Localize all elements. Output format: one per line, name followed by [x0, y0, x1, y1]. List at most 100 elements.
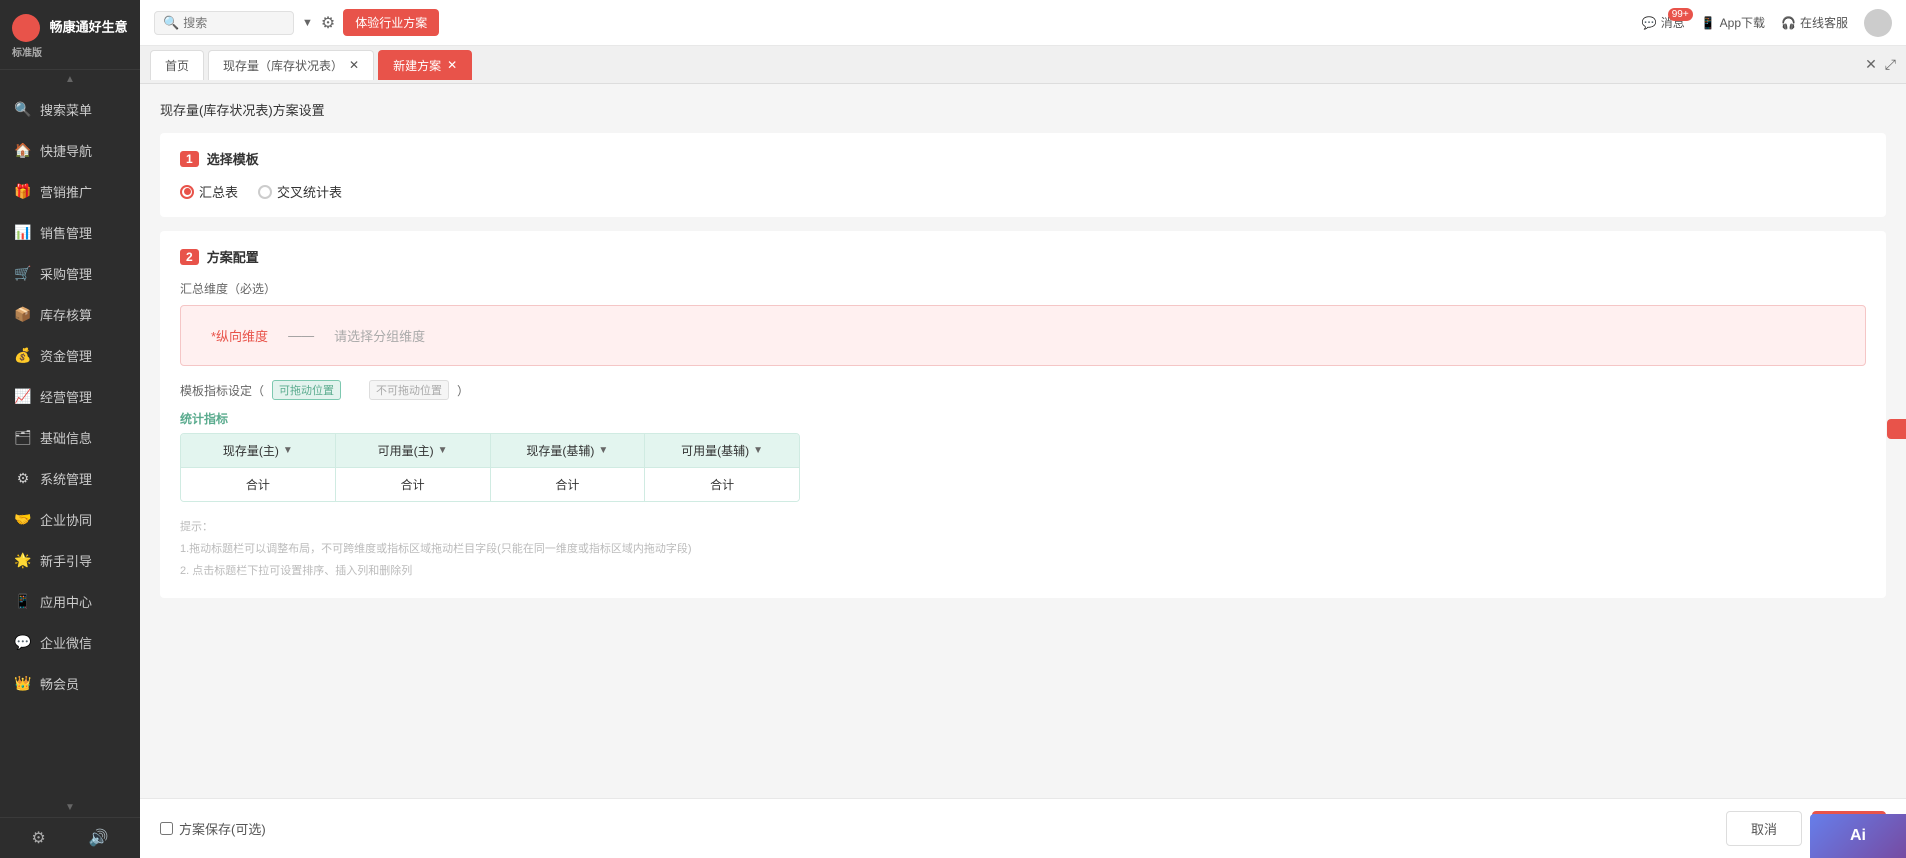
online-service-button[interactable]: 🎧 在线客服 [1781, 14, 1848, 31]
sidebar-item-quick-nav[interactable]: 🏠 快捷导航 [0, 130, 140, 171]
cancel-button[interactable]: 取消 [1726, 811, 1802, 846]
step2-badge: 2 [180, 249, 199, 265]
dimension-row[interactable]: *纵向维度 —— 请选择分组维度 [180, 305, 1866, 366]
money-icon: 💰 [14, 347, 32, 365]
stats-data-cell-0-1: 合计 [336, 468, 491, 501]
sidebar-item-label: 系统管理 [40, 469, 92, 488]
tab-home[interactable]: 首页 [150, 50, 204, 80]
sidebar-item-label: 应用中心 [40, 592, 92, 611]
sidebar-item-marketing[interactable]: 🎁 营销推广 [0, 171, 140, 212]
settings-button[interactable]: ⚙ [321, 13, 335, 33]
phone-icon: 📱 [14, 593, 32, 611]
sidebar-item-label: 销售管理 [40, 223, 92, 242]
sidebar-item-label: 畅会员 [40, 674, 79, 693]
sidebar-item-sales[interactable]: 📊 销售管理 [0, 212, 140, 253]
sidebar-item-basic[interactable]: 🗂 基础信息 [0, 417, 140, 458]
bottom-bar: 方案保存(可选) 取消 查询 [140, 798, 1906, 858]
stats-header-cell-3[interactable]: 可用量(基辅) ▼ [645, 434, 799, 467]
right-side-tab[interactable] [1887, 419, 1906, 439]
radio-cross[interactable]: 交叉统计表 [258, 182, 342, 201]
sidebar-scroll-down[interactable]: ▼ [0, 798, 140, 817]
window-controls: ✕ ⤢ [1865, 56, 1896, 73]
hint-item-1: 2. 点击标题栏下拉可设置排序、插入列和删除列 [180, 565, 412, 577]
sidebar-item-member[interactable]: 👑 畅会员 [0, 663, 140, 704]
tab-inventory-status[interactable]: 现存量（库存状况表） ✕ [208, 50, 374, 80]
dim-placeholder: 请选择分组维度 [334, 326, 425, 345]
save-checkbox[interactable]: 方案保存(可选) [160, 819, 266, 838]
radio-summary[interactable]: 汇总表 [180, 182, 238, 201]
sidebar-item-label: 企业协同 [40, 510, 92, 529]
avatar[interactable] [1864, 9, 1892, 37]
app-download-label: App下载 [1720, 14, 1765, 31]
save-checkbox-input[interactable] [160, 822, 173, 835]
folder-icon: 🗂 [14, 429, 32, 447]
hints-title: 提示： [180, 521, 213, 533]
sidebar-item-label: 新手引导 [40, 551, 92, 570]
sidebar-item-search[interactable]: 🔍 搜索菜单 [0, 89, 140, 130]
required-star: *纵向维度 [211, 326, 268, 345]
stats-data-row-0: 合计 合计 合计 合计 [181, 467, 799, 501]
stats-header-cell-1[interactable]: 可用量(主) ▼ [336, 434, 491, 467]
sidebar-item-newbie[interactable]: 🌟 新手引导 [0, 540, 140, 581]
settings-icon[interactable]: ⚙ [31, 828, 45, 848]
step1-badge: 1 [180, 151, 199, 167]
step1-header: 1 选择模板 [180, 149, 1866, 168]
stats-header-cell-2[interactable]: 现存量(基辅) ▼ [491, 434, 646, 467]
header-label-2: 现存量(基辅) [526, 442, 594, 459]
app-download-button[interactable]: 📱 App下载 [1701, 14, 1765, 31]
dropdown-button[interactable]: ▼ [302, 17, 313, 29]
hint-item-0: 1.拖动标题栏可以调整布局，不可跨维度或指标区域拖动栏目字段(只能在同一维度或指… [180, 543, 692, 555]
tab-new-plan[interactable]: 新建方案 ✕ [378, 50, 472, 80]
sidebar-item-label: 采购管理 [40, 264, 92, 283]
online-service-label: 在线客服 [1800, 14, 1848, 31]
window-expand-button[interactable]: ⤢ [1885, 56, 1896, 73]
chevron-icon-2: ▼ [598, 445, 608, 456]
step2-title: 方案配置 [207, 247, 259, 266]
chevron-icon-3: ▼ [753, 445, 763, 456]
sidebar-item-label: 基础信息 [40, 428, 92, 447]
sidebar-item-purchase[interactable]: 🛒 采购管理 [0, 253, 140, 294]
header-label-1: 可用量(主) [378, 442, 434, 459]
sidebar-scroll-up[interactable]: ▲ [0, 70, 140, 89]
window-close-button[interactable]: ✕ [1865, 56, 1877, 73]
sidebar-item-label: 经营管理 [40, 387, 92, 406]
chevron-icon-1: ▼ [438, 445, 448, 456]
search-input[interactable] [183, 16, 283, 30]
stats-header-cell-0[interactable]: 现存量(主) ▼ [181, 434, 336, 467]
cart-icon: 🛒 [14, 265, 32, 283]
indicator-settings: 模板指标设定（ 可拖动位置 不可拖动位置 ） 统计指标 现存量(主) ▼ [180, 380, 1866, 502]
sidebar-bottom: ⚙ 🔊 [0, 817, 140, 858]
sidebar-item-label: 搜索菜单 [40, 100, 92, 119]
hints-section: 提示： 1.拖动标题栏可以调整布局，不可跨维度或指标区域拖动栏目字段(只能在同一… [180, 516, 1866, 582]
sidebar-item-app-center[interactable]: 📱 应用中心 [0, 581, 140, 622]
volume-icon[interactable]: 🔊 [89, 828, 109, 848]
search-box[interactable]: 🔍 [154, 11, 294, 35]
top-bar-left: 🔍 ▼ ⚙ 体验行业方案 [154, 9, 1632, 36]
radio-cross-label: 交叉统计表 [277, 182, 342, 201]
search-icon: 🔍 [163, 15, 179, 31]
step1-card: 1 选择模板 汇总表 交叉统计表 [160, 133, 1886, 217]
indicator-settings-label: 模板指标设定（ 可拖动位置 不可拖动位置 ） [180, 380, 1866, 400]
sidebar-item-label: 资金管理 [40, 346, 92, 365]
top-bar-right: 💬 消息 99+ 📱 App下载 🎧 在线客服 [1642, 9, 1892, 37]
sidebar-item-finance[interactable]: 💰 资金管理 [0, 335, 140, 376]
sidebar-item-inventory[interactable]: 📦 库存核算 [0, 294, 140, 335]
sidebar-item-system[interactable]: ⚙ 系统管理 [0, 458, 140, 499]
sidebar-item-operation[interactable]: 📈 经营管理 [0, 376, 140, 417]
message-badge: 99+ [1668, 8, 1693, 21]
content-area: 现存量(库存状况表)方案设置 1 选择模板 汇总表 交叉统计表 2 [140, 84, 1906, 798]
industry-plan-button[interactable]: 体验行业方案 [343, 9, 439, 36]
ai-floating-button[interactable]: Ai [1810, 814, 1906, 858]
tab-new-plan-close-icon[interactable]: ✕ [447, 58, 457, 72]
sidebar-item-enterprise-wechat[interactable]: 💬 企业微信 [0, 622, 140, 663]
chat-icon: 💬 [14, 634, 32, 652]
message-button[interactable]: 💬 消息 99+ [1642, 14, 1685, 31]
sidebar-item-label: 库存核算 [40, 305, 92, 324]
message-icon: 💬 [1642, 16, 1657, 30]
sidebar-item-company[interactable]: 🤝 企业协同 [0, 499, 140, 540]
headset-icon: 🎧 [1781, 16, 1796, 30]
tab-inventory-close-icon[interactable]: ✕ [349, 58, 359, 72]
step1-title: 选择模板 [207, 149, 259, 168]
app-logo: 畅康通好生意 标准版 [0, 0, 140, 70]
app-edition: 标准版 [12, 44, 128, 59]
